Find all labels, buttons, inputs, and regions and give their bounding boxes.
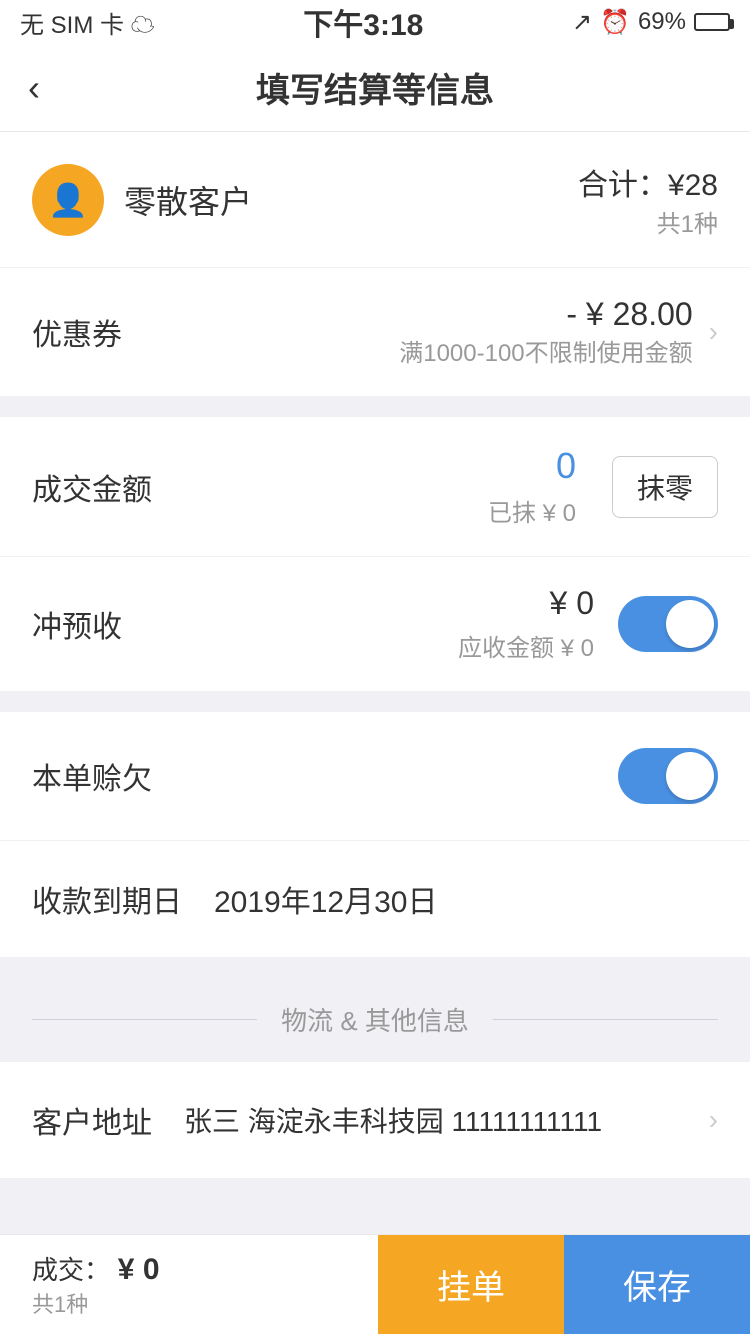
duedate-value: 2019年12月30日 (214, 877, 437, 921)
prereceipt-amount: ¥ 0 (550, 585, 594, 622)
coupon-row[interactable]: 优惠券 - ¥ 28.00 满1000-100不限制使用金额 › (0, 267, 750, 396)
logistics-title: 物流 & 其他信息 (257, 1001, 493, 1038)
content-area: 👤 零散客户 合计：¥28 共1种 优惠券 - ¥ 28.00 满1000-10… (0, 132, 750, 1298)
coupon-description: 满1000-100不限制使用金额 (399, 333, 692, 368)
address-chevron-icon: › (709, 1104, 718, 1136)
back-button[interactable]: ‹ (28, 67, 40, 109)
hang-label: 挂单 (437, 1260, 505, 1309)
prereceipt-label: 冲预收 (32, 602, 122, 646)
transaction-value: 0 (556, 445, 576, 487)
coupon-right: - ¥ 28.00 满1000-100不限制使用金额 › (399, 296, 718, 368)
transaction-row: 成交金额 0 已抹 ¥ 0 抹零 (0, 416, 750, 556)
page-title: 填写结算等信息 (256, 63, 494, 112)
divider-left (32, 1019, 257, 1020)
save-label: 保存 (623, 1260, 691, 1309)
person-icon: 👤 (48, 181, 88, 219)
sim-status: 无 SIM 卡 ☁ (20, 5, 155, 40)
avatar: 👤 (32, 164, 104, 236)
prereceipt-sub: 应收金额 ¥ 0 (458, 628, 594, 663)
bottom-deal-label: 成交： (32, 1255, 110, 1285)
address-row[interactable]: 客户地址 张三 海淀永丰科技园 11111111111 › (0, 1062, 750, 1178)
address-label: 客户地址 (32, 1098, 152, 1142)
transaction-amount-area: 0 已抹 ¥ 0 (488, 445, 576, 528)
section-divider-2 (0, 691, 750, 711)
debit-row: 本单赊欠 (0, 711, 750, 840)
alarm-icon: ⏰ (600, 8, 630, 37)
section-divider-1 (0, 396, 750, 416)
toggle-knob (666, 600, 714, 648)
transaction-sub: 已抹 ¥ 0 (488, 493, 576, 528)
total-amount: 合计：¥28 (578, 160, 718, 204)
coupon-label: 优惠券 (32, 310, 122, 354)
logistics-header: 物流 & 其他信息 (0, 977, 750, 1062)
bottom-bar: 成交： ¥ 0 共1种 挂单 保存 (0, 1234, 750, 1334)
status-time: 下午3:18 (303, 0, 423, 44)
customer-right: 合计：¥28 共1种 (578, 160, 718, 239)
bottom-count: 共1种 (32, 1287, 346, 1319)
save-button[interactable]: 保存 (564, 1235, 750, 1334)
battery-percent: 69% (638, 8, 686, 36)
customer-row: 👤 零散客户 合计：¥28 共1种 (0, 132, 750, 267)
section-divider-3 (0, 957, 750, 977)
debit-toggle-knob (666, 752, 714, 800)
debit-toggle[interactable] (618, 748, 718, 804)
duedate-row: 收款到期日 2019年12月30日 (0, 840, 750, 957)
status-left: 无 SIM 卡 ☁ (20, 5, 155, 40)
customer-name: 零散客户 (124, 177, 252, 223)
customer-left: 👤 零散客户 (32, 164, 252, 236)
round-button[interactable]: 抹零 (612, 456, 718, 518)
prereceipt-toggle[interactable] (618, 596, 718, 652)
nav-bar: ‹ 填写结算等信息 (0, 44, 750, 132)
status-bar: 无 SIM 卡 ☁ 下午3:18 ↗ ⏰ 69% (0, 0, 750, 44)
debit-label: 本单赊欠 (32, 754, 152, 798)
coupon-amount: - ¥ 28.00 (399, 296, 692, 333)
total-count: 共1种 (578, 204, 718, 239)
bottom-info: 成交： ¥ 0 共1种 (0, 1250, 378, 1319)
transaction-label: 成交金额 (32, 465, 152, 509)
battery-icon (694, 13, 730, 31)
divider-right (493, 1019, 718, 1020)
address-value: 张三 海淀永丰科技园 11111111111 (184, 1100, 693, 1140)
prereceipt-row: 冲预收 ¥ 0 应收金额 ¥ 0 (0, 556, 750, 691)
duedate-label: 收款到期日 (32, 877, 182, 921)
chevron-right-icon: › (709, 316, 718, 348)
prereceipt-right: ¥ 0 应收金额 ¥ 0 (458, 585, 594, 663)
hang-button[interactable]: 挂单 (378, 1235, 564, 1334)
bottom-deal-amount: ¥ 0 (118, 1253, 160, 1286)
location-icon: ↗ (572, 8, 592, 37)
status-right: ↗ ⏰ 69% (572, 8, 730, 37)
